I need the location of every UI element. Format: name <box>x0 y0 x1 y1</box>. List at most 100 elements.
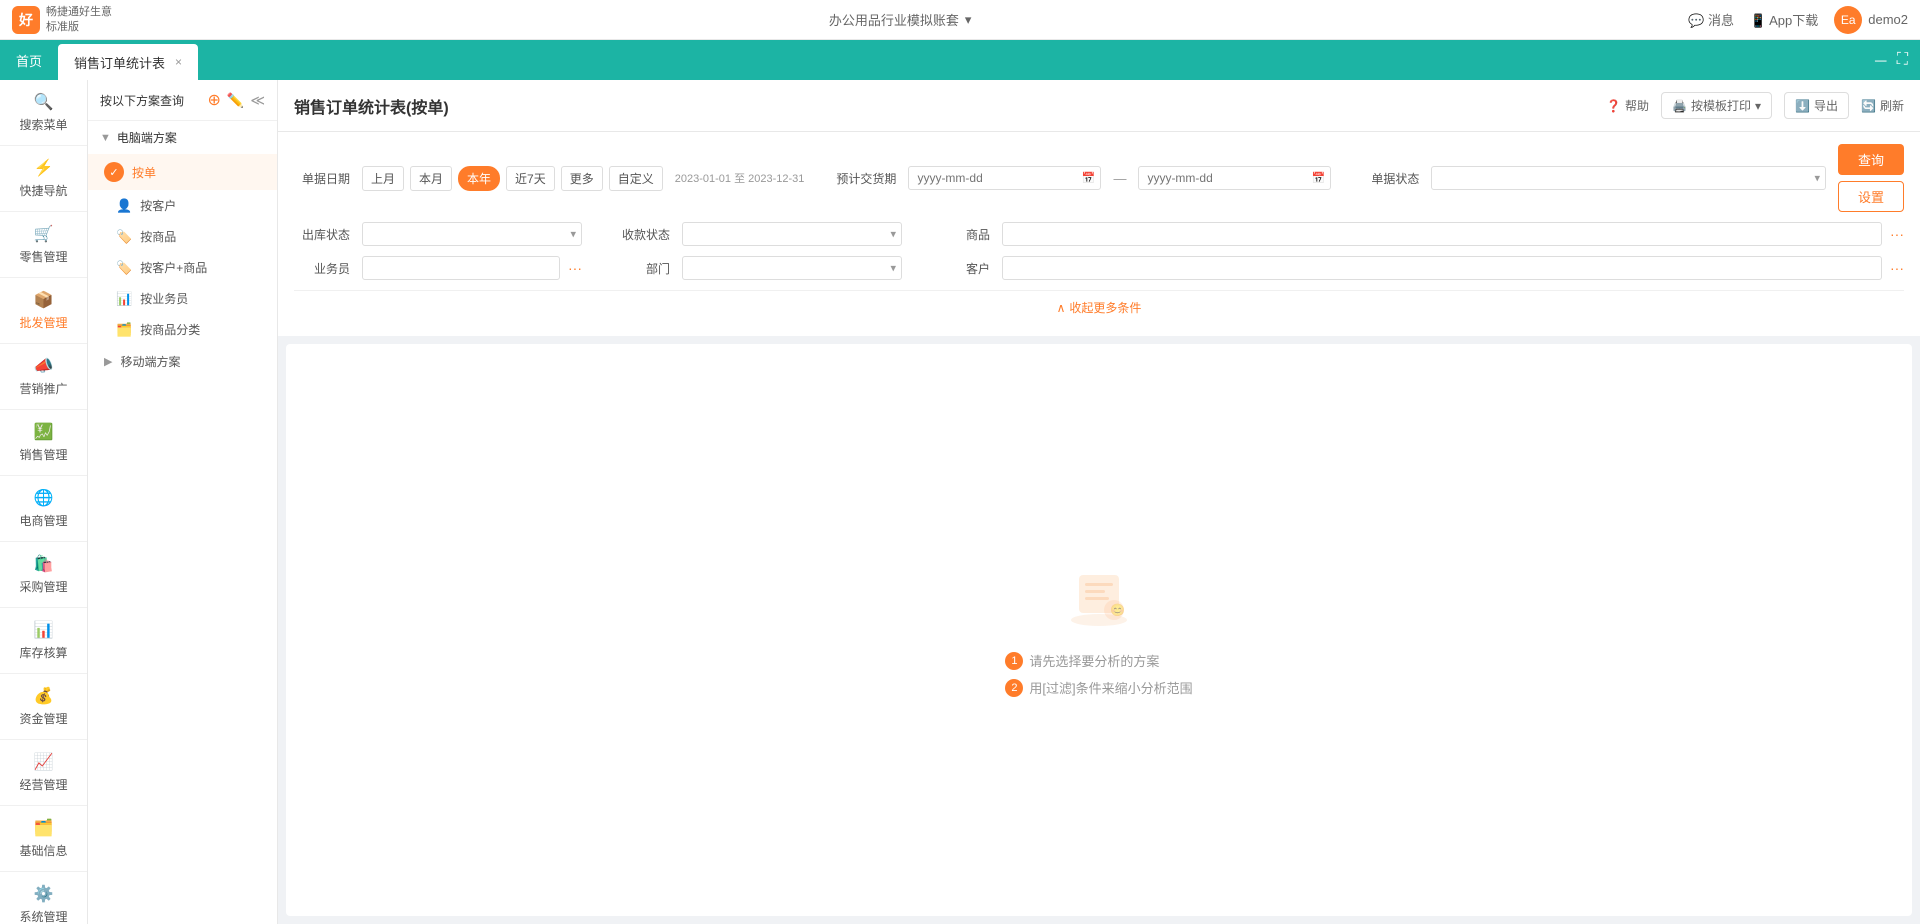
page-actions: ❓ 帮助 🖨️ 按模板打印 ▾ ⬇️ 导出 � <box>1606 92 1904 119</box>
department-select[interactable] <box>682 256 902 280</box>
money-icon: 💰 <box>34 686 54 706</box>
export-btn[interactable]: ⬇️ 导出 <box>1784 92 1849 119</box>
customer-input[interactable] <box>1002 256 1882 280</box>
filter-area: 单据日期 上月 本月 本年 近7天 更多 自定义 2023-01-01 至 20… <box>278 132 1920 336</box>
sidebar-item-wholesale[interactable]: 📦 批发管理 <box>0 278 87 344</box>
order-status-select-wrap <box>1431 166 1826 190</box>
sidebar-item-operations[interactable]: 📈 经营管理 <box>0 740 87 806</box>
printer-icon: 🖨️ <box>1672 99 1687 113</box>
tab-sales-order[interactable]: 销售订单统计表 × <box>58 44 198 80</box>
inventory-icon: 📊 <box>34 620 54 640</box>
collapse-panel-btn[interactable]: ≪ <box>250 92 265 109</box>
goods-icon: 🏷️ <box>116 229 132 245</box>
top-bar-right: 💬 消息 📱 App下载 Ea demo2 <box>1688 6 1908 34</box>
minimize-icon[interactable]: － <box>1873 48 1889 72</box>
left-panel: 按以下方案查询 ⊕ ✏️ ≪ ▼ 电脑端方案 ✓ 按单 👤 按客户 🏷️ <box>88 80 278 924</box>
export-icon: ⬇️ <box>1795 99 1810 113</box>
tab-home[interactable]: 首页 <box>0 40 58 80</box>
sidebar-item-quick[interactable]: ⚡ 快捷导航 <box>0 146 87 212</box>
chart-icon: 💹 <box>34 422 54 442</box>
sidebar-item-sales[interactable]: 💹 销售管理 <box>0 410 87 476</box>
customer-goods-icon: 🏷️ <box>116 260 132 276</box>
mobile-section[interactable]: ▶ 移动端方案 <box>88 345 277 378</box>
mobile-icon: 📱 <box>1750 13 1766 28</box>
maximize-icon[interactable]: ⛶ <box>1897 51 1908 69</box>
date-start-input[interactable] <box>908 166 1101 190</box>
sidebar-item-system[interactable]: ⚙️ 系统管理 <box>0 872 87 924</box>
goods-ellipsis-btn[interactable]: ··· <box>1890 226 1904 242</box>
sidebar-item-finance[interactable]: 💰 资金管理 <box>0 674 87 740</box>
cart-icon: 🛒 <box>34 224 54 244</box>
customer-icon: 👤 <box>116 198 132 214</box>
date-dash: — <box>1113 171 1126 186</box>
date-end-wrap <box>1138 166 1331 190</box>
query-button[interactable]: 查询 <box>1838 144 1904 175</box>
sidebar-item-retail[interactable]: 🛒 零售管理 <box>0 212 87 278</box>
sidebar-item-basic[interactable]: 🗂️ 基础信息 <box>0 806 87 872</box>
print-btn[interactable]: 🖨️ 按模板打印 ▾ <box>1661 92 1772 119</box>
sidebar-item-purchase[interactable]: 🛍️ 采购管理 <box>0 542 87 608</box>
salesman-label: 业务员 <box>294 260 350 277</box>
payment-status-label: 收款状态 <box>614 226 670 243</box>
date-end-input[interactable] <box>1138 166 1331 190</box>
date-start-wrap <box>908 166 1101 190</box>
scheme-goods[interactable]: 🏷️ 按商品 <box>88 221 277 252</box>
tab-bar: 首页 销售订单统计表 × － ⛶ <box>0 40 1920 80</box>
scheme-order[interactable]: ✓ 按单 <box>88 154 277 190</box>
scheme-customer[interactable]: 👤 按客户 <box>88 190 277 221</box>
filter-row-3: 业务员 ··· 部门 客户 ··· <box>294 256 1904 280</box>
date-btn-custom[interactable]: 自定义 <box>609 166 663 191</box>
left-panel-actions: ⊕ ✏️ ≪ <box>208 90 266 110</box>
collapse-btn[interactable]: ∧ 收起更多条件 <box>294 290 1904 324</box>
category-icon: 🗂️ <box>116 322 132 338</box>
refresh-btn[interactable]: 🔄 刷新 <box>1861 97 1904 114</box>
scheme-customer-goods[interactable]: 🏷️ 按客户+商品 <box>88 252 277 283</box>
date-btn-last-month[interactable]: 上月 <box>362 166 404 191</box>
chevron-down-icon[interactable]: ▾ <box>965 12 972 28</box>
print-chevron-icon: ▾ <box>1755 99 1761 113</box>
help-btn[interactable]: ❓ 帮助 <box>1606 97 1649 114</box>
tab-bar-actions: － ⛶ <box>1873 48 1920 72</box>
customer-label: 客户 <box>934 260 990 277</box>
goods-input[interactable] <box>1002 222 1882 246</box>
company-selector[interactable]: 办公用品行业模拟账套 ▾ <box>829 10 972 29</box>
chevron-down-icon: ▼ <box>100 132 111 144</box>
date-group: 上月 本月 本年 近7天 更多 自定义 <box>362 166 663 191</box>
content-area: 按以下方案查询 ⊕ ✏️ ≪ ▼ 电脑端方案 ✓ 按单 👤 按客户 🏷️ <box>88 80 1920 924</box>
tab-close-btn[interactable]: × <box>175 55 182 69</box>
ship-status-select-wrap <box>362 222 582 246</box>
salesman-icon: 📊 <box>116 291 132 307</box>
globe-icon: 🌐 <box>34 488 54 508</box>
sidebar-item-marketing[interactable]: 📣 营销推广 <box>0 344 87 410</box>
page-header: 销售订单统计表(按单) ❓ 帮助 🖨️ 按模板打印 ▾ ⬇️ <box>278 80 1920 132</box>
order-status-select[interactable] <box>1431 166 1826 190</box>
sidebar-item-ecom[interactable]: 🌐 电商管理 <box>0 476 87 542</box>
salesman-ellipsis-btn[interactable]: ··· <box>568 260 582 276</box>
user-area[interactable]: Ea demo2 <box>1834 6 1908 34</box>
right-content: 销售订单统计表(按单) ❓ 帮助 🖨️ 按模板打印 ▾ ⬇️ <box>278 80 1920 924</box>
goods-label: 商品 <box>934 226 990 243</box>
left-panel-title: 按以下方案查询 <box>100 92 184 109</box>
scheme-category[interactable]: 🗂️ 按商品分类 <box>88 314 277 345</box>
messages-btn[interactable]: 💬 消息 <box>1688 10 1734 29</box>
sidebar: 🔍 搜索菜单 ⚡ 快捷导航 🛒 零售管理 📦 批发管理 📣 营销推广 💹 销售管… <box>0 80 88 924</box>
edit-scheme-btn[interactable]: ✏️ <box>227 92 244 109</box>
date-btn-this-year[interactable]: 本年 <box>458 166 500 191</box>
page-title: 销售订单统计表(按单) <box>294 94 449 118</box>
date-btn-more[interactable]: 更多 <box>561 166 603 191</box>
app-download-btn[interactable]: 📱 App下载 <box>1750 10 1818 29</box>
payment-status-select[interactable] <box>682 222 902 246</box>
sidebar-item-inventory[interactable]: 📊 库存核算 <box>0 608 87 674</box>
box-icon: 📦 <box>34 290 54 310</box>
reset-button[interactable]: 设置 <box>1838 181 1904 212</box>
ship-status-select[interactable] <box>362 222 582 246</box>
date-btn-7days[interactable]: 近7天 <box>506 166 555 191</box>
date-btn-this-month[interactable]: 本月 <box>410 166 452 191</box>
add-scheme-btn[interactable]: ⊕ <box>208 90 221 110</box>
customer-ellipsis-btn[interactable]: ··· <box>1890 260 1904 276</box>
search-icon: 🔍 <box>34 92 54 112</box>
salesman-input[interactable] <box>362 256 560 280</box>
scheme-salesman[interactable]: 📊 按业务员 <box>88 283 277 314</box>
pc-section-header[interactable]: ▼ 电脑端方案 <box>88 121 277 154</box>
sidebar-item-search[interactable]: 🔍 搜索菜单 <box>0 80 87 146</box>
